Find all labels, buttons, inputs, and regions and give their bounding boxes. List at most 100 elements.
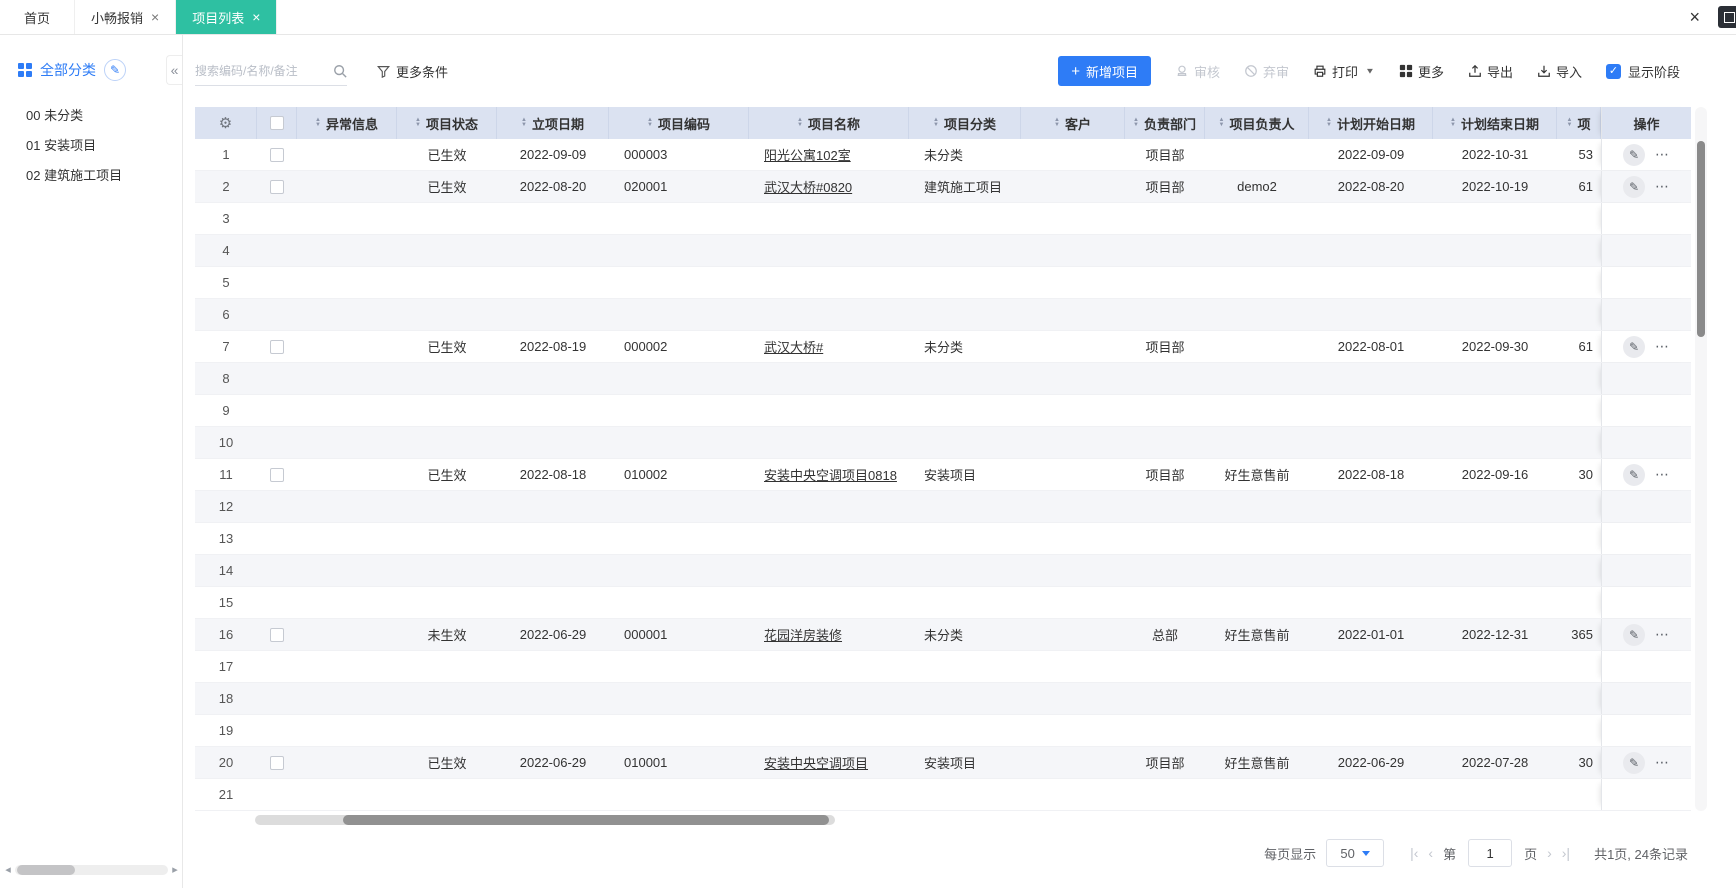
horizontal-scrollbar-thumb[interactable] [343, 815, 829, 825]
prev-page-icon[interactable]: ‹ [1428, 845, 1433, 861]
more-actions-button[interactable]: 更多 [1399, 62, 1444, 81]
cell-category [909, 779, 1021, 810]
page-number-input[interactable] [1468, 839, 1513, 867]
column-header-days[interactable]: ▲ ▼ 项 [1557, 107, 1601, 139]
show-stage-toggle[interactable]: ✓ 显示阶段 [1605, 62, 1680, 81]
window-restore-icon[interactable] [1718, 6, 1736, 28]
table-row: 13 [195, 523, 1691, 555]
per-page-select[interactable]: 50 [1326, 839, 1385, 867]
row-more-icon[interactable]: ⋯ [1655, 466, 1670, 483]
row-more-icon[interactable]: ⋯ [1655, 338, 1670, 355]
vertical-scrollbar-thumb[interactable] [1697, 141, 1705, 337]
scroll-right-icon[interactable]: ▸ [171, 864, 179, 876]
sort-icon[interactable]: ▲ ▼ [647, 117, 653, 128]
column-header-category[interactable]: ▲ ▼ 项目分类 [909, 107, 1021, 139]
scrollbar-thumb[interactable] [17, 865, 75, 875]
last-page-icon[interactable]: ›| [1562, 845, 1570, 861]
export-button[interactable]: 导出 [1468, 62, 1513, 81]
row-more-icon[interactable]: ⋯ [1655, 626, 1670, 643]
add-project-button[interactable]: + 新增项目 [1058, 56, 1151, 86]
cell-status: 已生效 [427, 468, 467, 483]
sidebar-item-install[interactable]: 01 安装项目 [0, 131, 182, 161]
discard-audit-button[interactable]: 弃审 [1244, 62, 1289, 81]
edit-icon[interactable]: ✎ [1623, 175, 1645, 198]
column-header-name[interactable]: ▲ ▼ 项目名称 [749, 107, 909, 139]
scroll-left-icon[interactable]: ◂ [4, 864, 12, 876]
column-header-customer[interactable]: ▲ ▼ 客户 [1021, 107, 1125, 139]
project-name-link[interactable]: 武汉大桥# [764, 337, 823, 356]
sidebar-horizontal-scrollbar[interactable]: ◂ ▸ [4, 864, 179, 876]
sort-icon[interactable]: ▲ ▼ [415, 117, 421, 128]
row-checkbox[interactable] [270, 147, 284, 162]
sort-icon[interactable]: ▲ ▼ [521, 117, 527, 128]
row-checkbox[interactable] [270, 339, 284, 354]
project-name-link[interactable]: 安装中央空调项目 [764, 753, 868, 772]
sort-icon[interactable]: ▲ ▼ [797, 117, 803, 128]
sort-icon[interactable]: ▲ ▼ [1219, 117, 1225, 128]
audit-button[interactable]: 审核 [1175, 62, 1220, 81]
more-filters-button[interactable]: 更多条件 [377, 62, 448, 81]
tab-home[interactable]: 首页 [0, 0, 76, 34]
column-header-dept[interactable]: ▲ ▼ 负责部门 [1125, 107, 1205, 139]
column-header-abnormal[interactable]: ▲ ▼ 异常信息 [297, 107, 397, 139]
row-checkbox[interactable] [270, 755, 284, 770]
project-name-link[interactable]: 安装中央空调项目0818 [764, 465, 897, 484]
edit-icon[interactable]: ✎ [1623, 623, 1645, 646]
column-header-code[interactable]: ▲ ▼ 项目编码 [609, 107, 749, 139]
project-name-link[interactable]: 阳光公寓102室 [764, 145, 851, 164]
cell-start [1309, 715, 1433, 746]
tab-close-icon[interactable]: × [252, 10, 260, 24]
sort-icon[interactable]: ▲ ▼ [1054, 117, 1060, 128]
row-checkbox[interactable] [270, 467, 284, 482]
table-row: 21 [195, 779, 1691, 811]
edit-icon[interactable]: ✎ [1623, 463, 1645, 486]
sort-icon[interactable]: ▲ ▼ [1133, 117, 1139, 128]
sidebar-item-construction[interactable]: 02 建筑施工项目 [0, 161, 182, 191]
tab-project-list[interactable]: 项目列表 × [176, 0, 278, 34]
row-checkbox[interactable] [270, 179, 284, 194]
search-icon[interactable] [333, 64, 347, 78]
checkbox-checked-icon[interactable]: ✓ [1605, 63, 1621, 79]
edit-icon[interactable]: ✎ [1623, 335, 1645, 358]
gear-icon[interactable]: ⚙ [219, 114, 232, 132]
column-header-start[interactable]: ▲ ▼ 计划开始日期 [1309, 107, 1433, 139]
row-more-icon[interactable]: ⋯ [1655, 178, 1670, 195]
tab-expense[interactable]: 小畅报销 × [75, 0, 177, 34]
column-header-date[interactable]: ▲ ▼ 立项日期 [497, 107, 609, 139]
row-more-icon[interactable]: ⋯ [1655, 754, 1670, 771]
project-name-link[interactable]: 花园洋房装修 [764, 625, 842, 644]
select-all-checkbox[interactable] [269, 116, 284, 130]
search-input[interactable] [195, 63, 327, 78]
scrollbar-track[interactable] [15, 865, 168, 875]
cell-status [397, 203, 497, 234]
project-name-link[interactable]: 武汉大桥#0820 [764, 177, 852, 196]
edit-category-icon[interactable]: ✎ [104, 59, 126, 81]
sort-icon[interactable]: ▲ ▼ [1450, 117, 1456, 128]
sidebar-item-uncategorized[interactable]: 00 未分类 [0, 101, 182, 131]
cell-end [1433, 299, 1557, 330]
horizontal-scrollbar[interactable] [255, 815, 835, 825]
column-header-status[interactable]: ▲ ▼ 项目状态 [397, 107, 497, 139]
sort-icon[interactable]: ▲ ▼ [315, 117, 321, 128]
sort-icon[interactable]: ▲ ▼ [1567, 117, 1573, 128]
collapse-sidebar-button[interactable]: « [166, 55, 182, 85]
tab-close-icon[interactable]: × [151, 10, 159, 24]
close-icon[interactable]: × [1683, 7, 1706, 28]
first-page-icon[interactable]: |‹ [1410, 845, 1418, 861]
column-header-end[interactable]: ▲ ▼ 计划结束日期 [1433, 107, 1557, 139]
edit-icon[interactable]: ✎ [1623, 751, 1645, 774]
cell-date [497, 555, 609, 586]
import-button[interactable]: 导入 [1537, 62, 1582, 81]
cell-start: 2022-06-29 [1337, 755, 1405, 770]
category-title[interactable]: 全部分类 [40, 60, 96, 80]
column-header-leader[interactable]: ▲ ▼ 项目负责人 [1205, 107, 1309, 139]
edit-icon[interactable]: ✎ [1623, 143, 1645, 166]
sort-icon[interactable]: ▲ ▼ [933, 117, 939, 128]
vertical-scrollbar[interactable] [1695, 107, 1707, 811]
row-checkbox[interactable] [270, 627, 284, 642]
print-button[interactable]: 打印 ▼ [1313, 62, 1375, 81]
cell-days [1557, 203, 1601, 234]
sort-icon[interactable]: ▲ ▼ [1326, 117, 1332, 128]
next-page-icon[interactable]: › [1547, 845, 1552, 861]
row-more-icon[interactable]: ⋯ [1655, 146, 1670, 163]
